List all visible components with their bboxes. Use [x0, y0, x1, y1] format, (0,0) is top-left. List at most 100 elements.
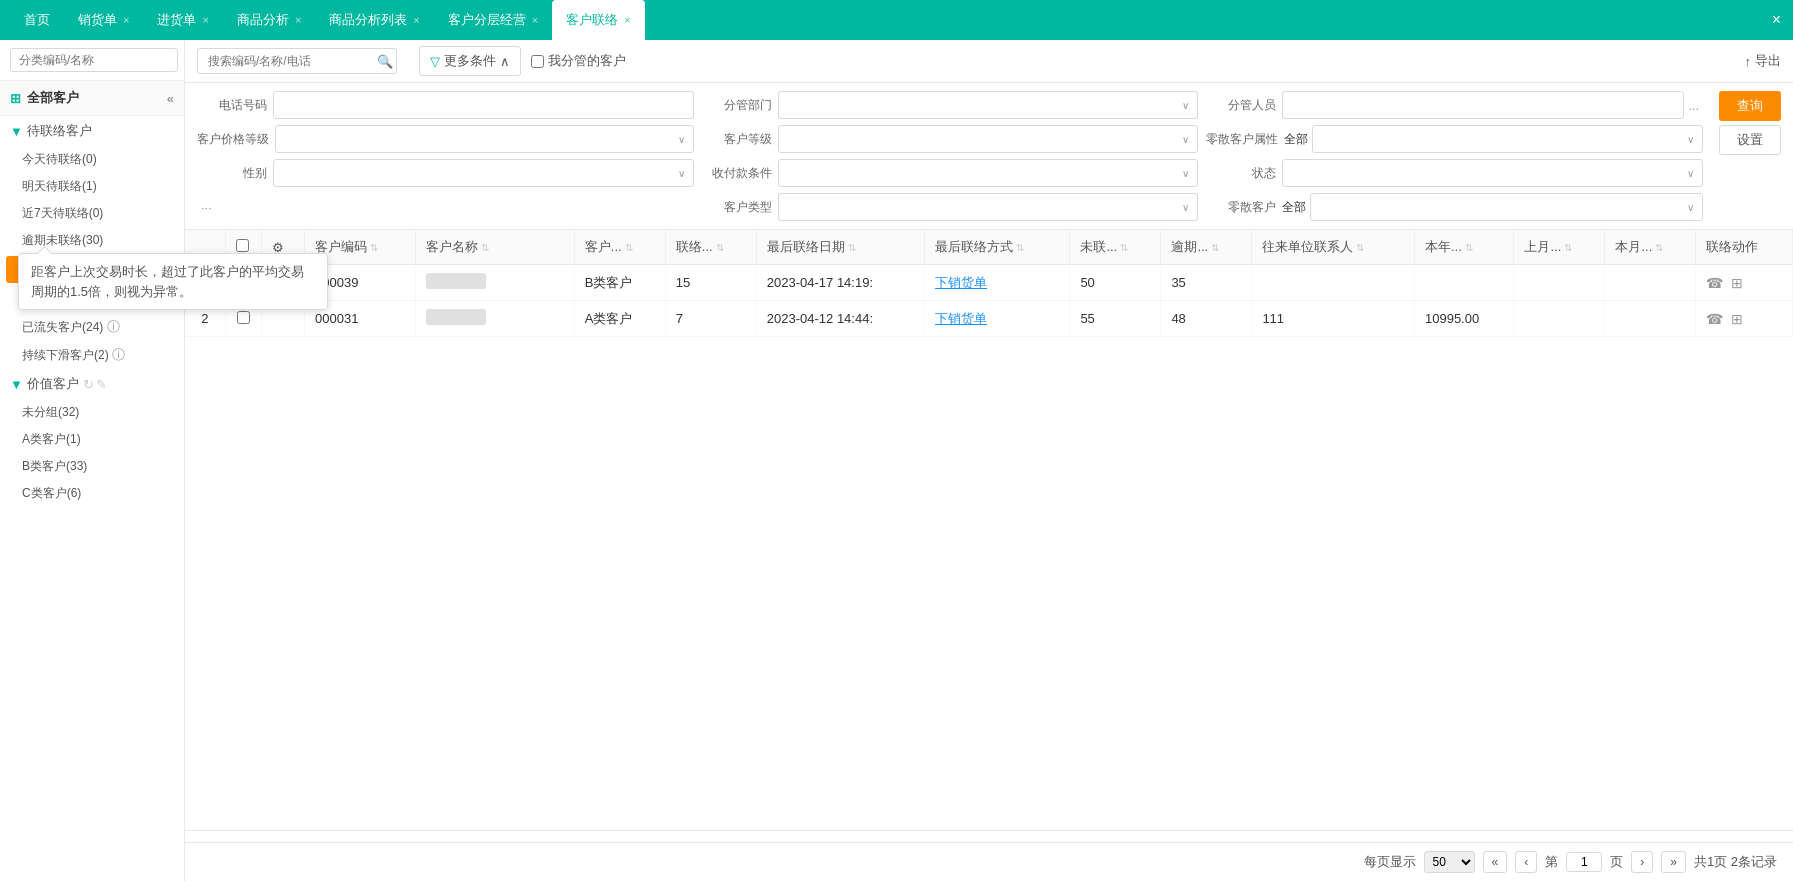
cell-overdue-1: 35: [1161, 265, 1252, 301]
cell-method-1[interactable]: 下销货单: [924, 265, 1069, 301]
cell-lastmonth-1: [1514, 265, 1605, 301]
my-customers-checkbox-label[interactable]: 我分管的客户: [531, 52, 626, 70]
sort-icon-year: ⇅: [1465, 242, 1473, 253]
cell-uncontact-1: 50: [1070, 265, 1161, 301]
chevron-down-icon3: ∨: [1182, 134, 1189, 145]
page-number-input[interactable]: [1566, 852, 1602, 872]
refresh-icon[interactable]: ↻: [83, 377, 94, 392]
th-last-contact-method[interactable]: 最后联络方式 ⇅: [924, 230, 1069, 265]
sidebar-item-ungrouped[interactable]: 未分组(32): [0, 399, 184, 426]
calendar-action-icon-2[interactable]: ⊞: [1731, 311, 1743, 327]
last-page-btn[interactable]: »: [1661, 851, 1686, 873]
th-overdue[interactable]: 逾期... ⇅: [1161, 230, 1252, 265]
th-this-year[interactable]: 本年... ⇅: [1414, 230, 1513, 265]
price-level-select[interactable]: ∨: [275, 125, 694, 153]
nav-product-analysis[interactable]: 商品分析 ×: [223, 0, 315, 40]
nav-close-purchase[interactable]: ×: [202, 14, 208, 26]
group-pending-contact[interactable]: ▼ 待联络客户: [0, 116, 184, 146]
export-button[interactable]: ↑ 导出: [1745, 52, 1782, 70]
sidebar-item-today[interactable]: 今天待联络(0): [0, 146, 184, 173]
sidebar-item-tomorrow[interactable]: 明天待联络(1): [0, 173, 184, 200]
cell-unit-1: [1252, 265, 1415, 301]
cell-overdue-2: 48: [1161, 301, 1252, 337]
all-customers-header[interactable]: ⊞ 全部客户 «: [0, 81, 184, 116]
th-type[interactable]: 客户... ⇅: [574, 230, 665, 265]
nav-product-analysis-list[interactable]: 商品分析列表 ×: [315, 0, 433, 40]
th-last-contact-date[interactable]: 最后联络日期 ⇅: [756, 230, 924, 265]
cell-type-2: A类客户: [574, 301, 665, 337]
next-page-btn[interactable]: ›: [1631, 851, 1653, 873]
query-button[interactable]: 查询: [1719, 91, 1781, 121]
main-search-input[interactable]: [197, 48, 397, 74]
sidebar-item-class-a[interactable]: A类客户(1): [0, 426, 184, 453]
group-value-customers[interactable]: ▼ 价值客户 ↻ ✎: [0, 369, 184, 399]
chevron-down-icon5: ∨: [678, 168, 685, 179]
cell-contact-1: 15: [665, 265, 756, 301]
cell-type-1: B类客户: [574, 265, 665, 301]
th-this-month[interactable]: 本月... ⇅: [1605, 230, 1696, 265]
person-select[interactable]: [1282, 91, 1684, 119]
payment-select[interactable]: ∨: [778, 159, 1199, 187]
nav-close-stratification[interactable]: ×: [532, 14, 538, 26]
th-contact[interactable]: 联络... ⇅: [665, 230, 756, 265]
nav-close-product-list[interactable]: ×: [413, 14, 419, 26]
phone-action-icon-2[interactable]: ☎: [1706, 311, 1723, 327]
nav-close-sales[interactable]: ×: [123, 14, 129, 26]
select-all-checkbox[interactable]: [236, 239, 249, 252]
my-customers-checkbox[interactable]: [531, 55, 544, 68]
cell-name-1: [416, 265, 575, 301]
chevron-down-icon6: ∨: [1182, 168, 1189, 179]
sidebar-item-churned[interactable]: 已流失客户(24) ⓘ: [0, 313, 184, 341]
sidebar-item-class-c[interactable]: C类客户(6): [0, 480, 184, 507]
person-dots[interactable]: ...: [1684, 98, 1703, 113]
data-table-wrapper: ⚙ 客户编码 ⇅ 客户名称 ⇅: [185, 230, 1793, 830]
customer-level-select[interactable]: ∨: [778, 125, 1199, 153]
method-link-1[interactable]: 下销货单: [935, 275, 987, 290]
sidebar-item-declining[interactable]: 持续下滑客户(2) ⓘ: [0, 341, 184, 369]
th-action: 联络动作: [1696, 230, 1793, 265]
gender-select[interactable]: ∨: [273, 159, 694, 187]
calendar-action-icon-1[interactable]: ⊞: [1731, 275, 1743, 291]
settings-button[interactable]: 设置: [1719, 125, 1781, 155]
expand-dots[interactable]: ···: [197, 200, 216, 215]
horizontal-scrollbar[interactable]: [185, 830, 1793, 842]
action-icons-2: ☎ ⊞: [1706, 311, 1782, 327]
retail-attr-select[interactable]: ∨: [1312, 125, 1703, 153]
phone-action-icon-1[interactable]: ☎: [1706, 275, 1723, 291]
main-layout: 🔍 ⊞ 全部客户 « ▼ 待联络客户 今天待联络(0) 明天待联络(1) 近7天…: [0, 40, 1793, 881]
prev-page-btn[interactable]: ‹: [1515, 851, 1537, 873]
nav-close-product-analysis[interactable]: ×: [295, 14, 301, 26]
th-last-month[interactable]: 上月... ⇅: [1514, 230, 1605, 265]
customer-type-select[interactable]: ∨: [778, 193, 1199, 221]
cell-action-1: ☎ ⊞: [1696, 265, 1793, 301]
edit-icon[interactable]: ✎: [96, 377, 107, 392]
th-uncontact[interactable]: 未联... ⇅: [1070, 230, 1161, 265]
nav-customer-stratification[interactable]: 客户分层经营 ×: [434, 0, 552, 40]
sidebar-item-7days[interactable]: 近7天待联络(0): [0, 200, 184, 227]
sort-icon-name: ⇅: [481, 242, 489, 253]
first-page-btn[interactable]: «: [1483, 851, 1508, 873]
retail-customer-select[interactable]: ∨: [1310, 193, 1703, 221]
more-conditions-button[interactable]: ▽ 更多条件 ∧: [419, 46, 521, 76]
nav-close-contact[interactable]: ×: [624, 14, 630, 26]
page-label: 第: [1545, 853, 1558, 871]
sidebar-search-input[interactable]: [10, 48, 178, 72]
method-link-2[interactable]: 下销货单: [935, 311, 987, 326]
nav-sales-order[interactable]: 销货单 ×: [64, 0, 143, 40]
nav-home[interactable]: 首页: [10, 0, 64, 40]
sidebar-item-overdue-contact[interactable]: 逾期未联络(30): [0, 227, 184, 254]
name-avatar-1: [426, 273, 486, 289]
nav-purchase-order[interactable]: 进货单 ×: [143, 0, 222, 40]
sidebar-item-class-b[interactable]: B类客户(33): [0, 453, 184, 480]
nav-customer-contact[interactable]: 客户联络 ×: [552, 0, 644, 40]
nav-close-all[interactable]: ×: [1772, 11, 1781, 29]
phone-input[interactable]: [273, 91, 694, 119]
cell-method-2[interactable]: 下销货单: [924, 301, 1069, 337]
dept-select[interactable]: ∨: [778, 91, 1199, 119]
th-unit-contact[interactable]: 往来单位联系人 ⇅: [1252, 230, 1415, 265]
th-name[interactable]: 客户名称 ⇅: [416, 230, 575, 265]
row-checkbox-2[interactable]: [237, 311, 250, 324]
status-select[interactable]: ∨: [1282, 159, 1703, 187]
per-page-select[interactable]: 50 20 100: [1424, 851, 1475, 873]
collapse-icon[interactable]: «: [167, 91, 174, 106]
